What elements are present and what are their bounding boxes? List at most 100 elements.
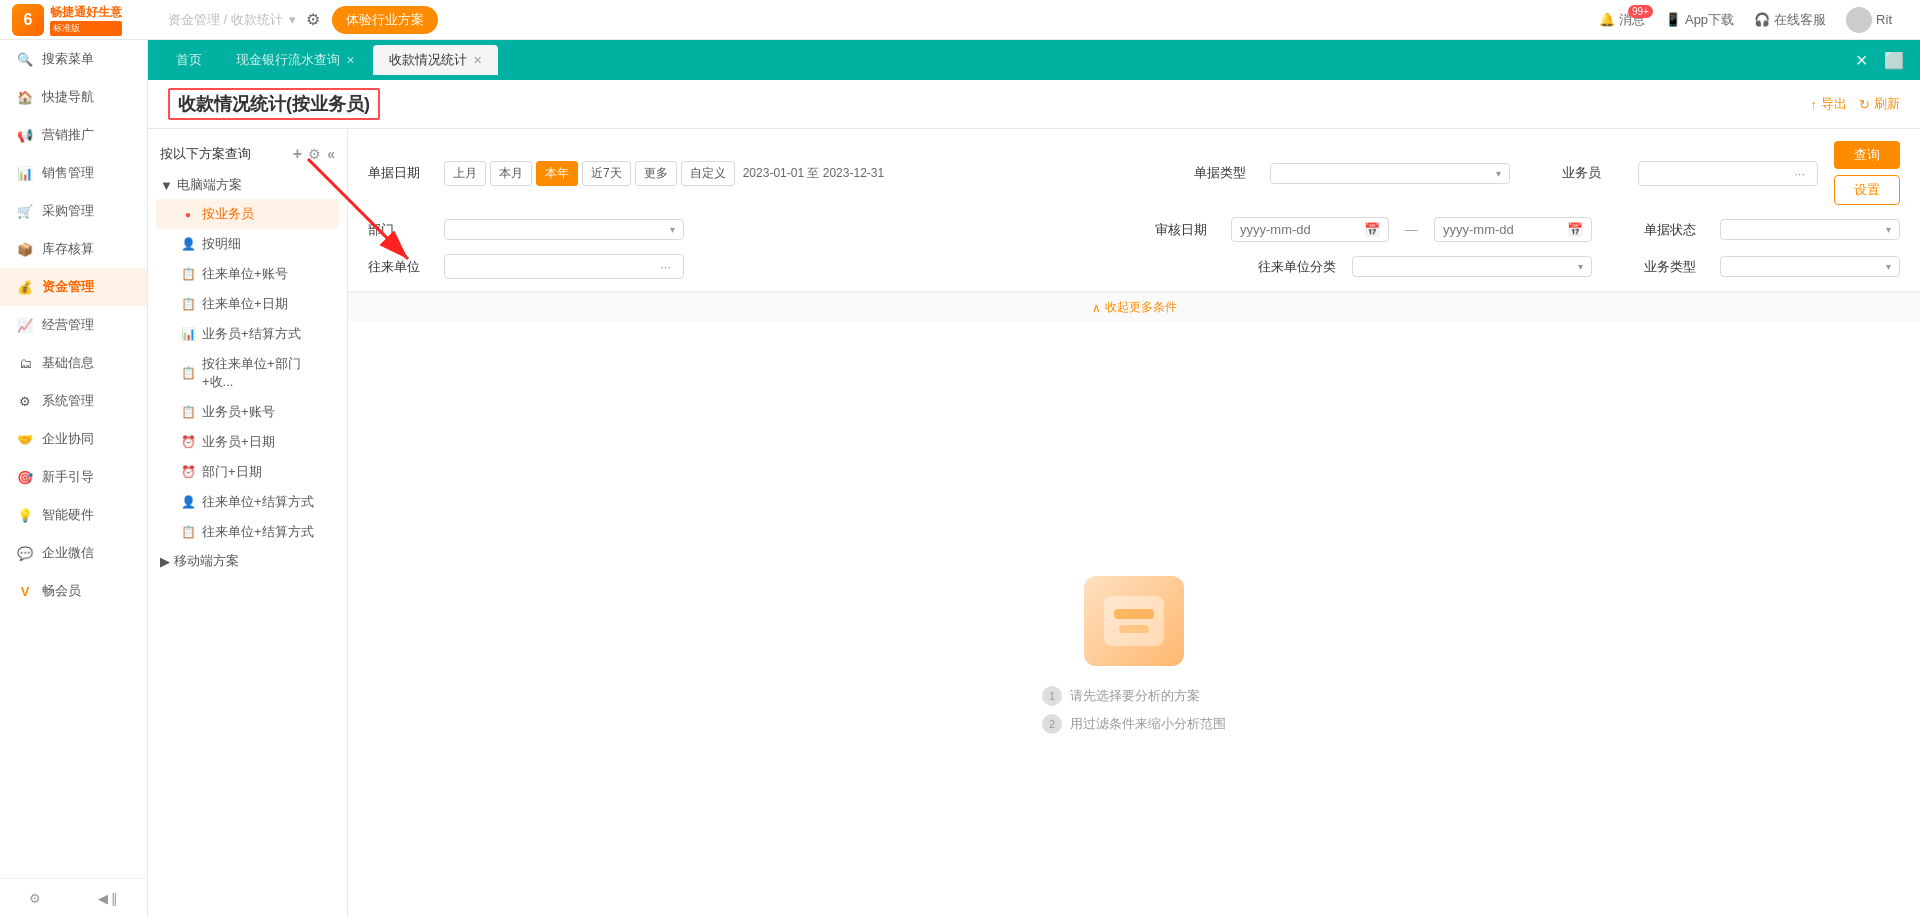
- quicknav-icon: 🏠: [16, 88, 34, 106]
- filter-row-counterpart: 往来单位 ··· 往来单位分类 ▾: [368, 254, 1900, 279]
- gear-icon[interactable]: ⚙: [306, 11, 320, 28]
- date-btn-custom[interactable]: 自定义: [681, 161, 735, 186]
- scheme-item-unit-settle1[interactable]: 👤 往来单位+结算方式: [156, 487, 339, 517]
- mobile-group-arrow: ▶: [160, 554, 170, 569]
- tab-maximize-btn[interactable]: ⬜: [1880, 47, 1908, 74]
- sales-icon: 📊: [16, 164, 34, 182]
- tab-collection-close[interactable]: ✕: [473, 54, 482, 67]
- settings-icon-area[interactable]: ⚙: [306, 10, 320, 29]
- scheme-item-unit-dept[interactable]: 📋 按往来单位+部门+收...: [156, 349, 339, 397]
- scheme-item-salesperson-date[interactable]: ⏰ 业务员+日期: [156, 427, 339, 457]
- sidebar-item-purchase[interactable]: 🛒 采购管理: [0, 192, 147, 230]
- tab-home-label: 首页: [176, 51, 202, 69]
- online-service-action[interactable]: 🎧 在线客服: [1754, 11, 1826, 29]
- unit-account-label: 往来单位+账号: [202, 265, 288, 283]
- purchase-icon: 🛒: [16, 202, 34, 220]
- review-date-label: 审核日期: [1155, 221, 1215, 239]
- sidebar-item-basic[interactable]: 🗂 基础信息: [0, 344, 147, 382]
- sidebar-item-enterprise[interactable]: 🤝 企业协同: [0, 420, 147, 458]
- query-button[interactable]: 查询: [1834, 141, 1900, 169]
- document-type-select[interactable]: ▾: [1270, 163, 1510, 184]
- review-date-start-input[interactable]: 📅: [1231, 217, 1389, 242]
- tab-window-close-btn[interactable]: ✕: [1851, 47, 1872, 74]
- scheme-item-salesperson-settlement[interactable]: 📊 业务员+结算方式: [156, 319, 339, 349]
- unit-date-icon: 📋: [180, 296, 196, 312]
- scheme-item-unit-settle2[interactable]: 📋 往来单位+结算方式: [156, 517, 339, 547]
- top-bar: 6 畅捷通好生意 标准版 资金管理 / 收款统计 ▾ ⚙ 体验行业方案 🔔 消息…: [0, 0, 1920, 40]
- review-date-end-input[interactable]: 📅: [1434, 217, 1592, 242]
- calendar-end-icon[interactable]: 📅: [1567, 222, 1583, 237]
- desktop-group-header[interactable]: ▼ 电脑端方案: [156, 171, 339, 199]
- app-download-action[interactable]: 📱 App下载: [1665, 11, 1734, 29]
- scheme-item-unit-account[interactable]: 📋 往来单位+账号: [156, 259, 339, 289]
- salesperson-select[interactable]: ···: [1638, 161, 1818, 186]
- review-end-field[interactable]: [1443, 222, 1563, 237]
- logo-text-area: 畅捷通好生意 标准版: [50, 4, 122, 36]
- sidebar-label-inventory: 库存核算: [42, 240, 94, 258]
- business-type-select[interactable]: ▾: [1720, 256, 1900, 277]
- sidebar-item-search[interactable]: 🔍 搜索菜单: [0, 40, 147, 78]
- sidebar-label-marketing: 营销推广: [42, 126, 94, 144]
- messages-action[interactable]: 🔔 消息 99+: [1599, 11, 1645, 29]
- sidebar-item-business[interactable]: 📈 经营管理: [0, 306, 147, 344]
- page-header-actions: ↑ 导出 ↻ 刷新: [1811, 95, 1901, 113]
- sidebar-item-sales[interactable]: 📊 销售管理: [0, 154, 147, 192]
- tab-collection-label: 收款情况统计: [389, 51, 467, 69]
- trial-button[interactable]: 体验行业方案: [332, 6, 438, 34]
- sidebar-item-finance[interactable]: 💰 资金管理: [0, 268, 147, 306]
- export-button[interactable]: ↑ 导出: [1811, 95, 1848, 113]
- add-scheme-icon[interactable]: +: [293, 145, 302, 163]
- tab-bank-close[interactable]: ✕: [346, 54, 355, 67]
- counterpart-category-select[interactable]: ▾: [1352, 256, 1592, 277]
- user-profile[interactable]: Rit: [1846, 7, 1892, 33]
- tab-collection[interactable]: 收款情况统计 ✕: [373, 45, 498, 75]
- counterpart-more-icon[interactable]: ···: [660, 259, 671, 274]
- settings-button[interactable]: 设置: [1834, 175, 1900, 205]
- tab-home[interactable]: 首页: [160, 45, 218, 75]
- counterpart-select[interactable]: ···: [444, 254, 684, 279]
- headset-icon: 🎧: [1754, 12, 1770, 27]
- counterpart-label: 往来单位: [368, 258, 428, 276]
- sidebar-item-marketing[interactable]: 📢 营销推广: [0, 116, 147, 154]
- sidebar-item-hardware[interactable]: 💡 智能硬件: [0, 496, 147, 534]
- bottom-settings-icon[interactable]: ⚙: [21, 887, 49, 910]
- refresh-label: 刷新: [1874, 95, 1900, 113]
- dept-select[interactable]: ▾: [444, 219, 684, 240]
- enterprise-icon: 🤝: [16, 430, 34, 448]
- salesperson-more-icon[interactable]: ···: [1794, 166, 1805, 181]
- basic-icon: 🗂: [16, 354, 34, 372]
- date-btn-7days[interactable]: 近7天: [582, 161, 631, 186]
- date-btn-last-month[interactable]: 上月: [444, 161, 486, 186]
- settings-scheme-icon[interactable]: ⚙: [308, 146, 321, 162]
- collapse-bar[interactable]: ∧ 收起更多条件: [348, 292, 1920, 322]
- sidebar-item-inventory[interactable]: 📦 库存核算: [0, 230, 147, 268]
- tab-bar-actions: ✕ ⬜: [1851, 47, 1908, 74]
- scheme-item-salesperson[interactable]: ● 按业务员: [156, 199, 339, 229]
- scheme-item-dept-date[interactable]: ⏰ 部门+日期: [156, 457, 339, 487]
- bottom-collapse-icon[interactable]: ◀ ‖: [90, 887, 127, 910]
- tab-bank[interactable]: 现金银行流水查询 ✕: [220, 45, 371, 75]
- mobile-group-header[interactable]: ▶ 移动端方案: [156, 547, 339, 575]
- date-btn-more[interactable]: 更多: [635, 161, 677, 186]
- sidebar-item-system[interactable]: ⚙ 系统管理: [0, 382, 147, 420]
- calendar-start-icon[interactable]: 📅: [1364, 222, 1380, 237]
- sidebar-item-member[interactable]: V 畅会员: [0, 572, 147, 610]
- scheme-item-unit-date[interactable]: 📋 往来单位+日期: [156, 289, 339, 319]
- sidebar-item-quick-nav[interactable]: 🏠 快捷导航: [0, 78, 147, 116]
- review-start-field[interactable]: [1240, 222, 1360, 237]
- collapse-panel-icon[interactable]: «: [327, 146, 335, 162]
- doc-status-select[interactable]: ▾: [1720, 219, 1900, 240]
- breadcrumb-arrow: ▾: [289, 12, 296, 27]
- refresh-button[interactable]: ↻ 刷新: [1859, 95, 1900, 113]
- mobile-group-label: 移动端方案: [174, 552, 239, 570]
- unit-date-label: 往来单位+日期: [202, 295, 288, 313]
- sidebar-item-guide[interactable]: 🎯 新手引导: [0, 458, 147, 496]
- date-btn-this-year[interactable]: 本年: [536, 161, 578, 186]
- sidebar-item-wechat[interactable]: 💬 企业微信: [0, 534, 147, 572]
- scheme-item-salesperson-account[interactable]: 📋 业务员+账号: [156, 397, 339, 427]
- date-btn-this-month[interactable]: 本月: [490, 161, 532, 186]
- trial-btn-area[interactable]: 体验行业方案: [332, 6, 438, 34]
- unit-settle1-icon: 👤: [180, 494, 196, 510]
- scheme-item-detail[interactable]: 👤 按明细: [156, 229, 339, 259]
- export-label: 导出: [1821, 95, 1847, 113]
